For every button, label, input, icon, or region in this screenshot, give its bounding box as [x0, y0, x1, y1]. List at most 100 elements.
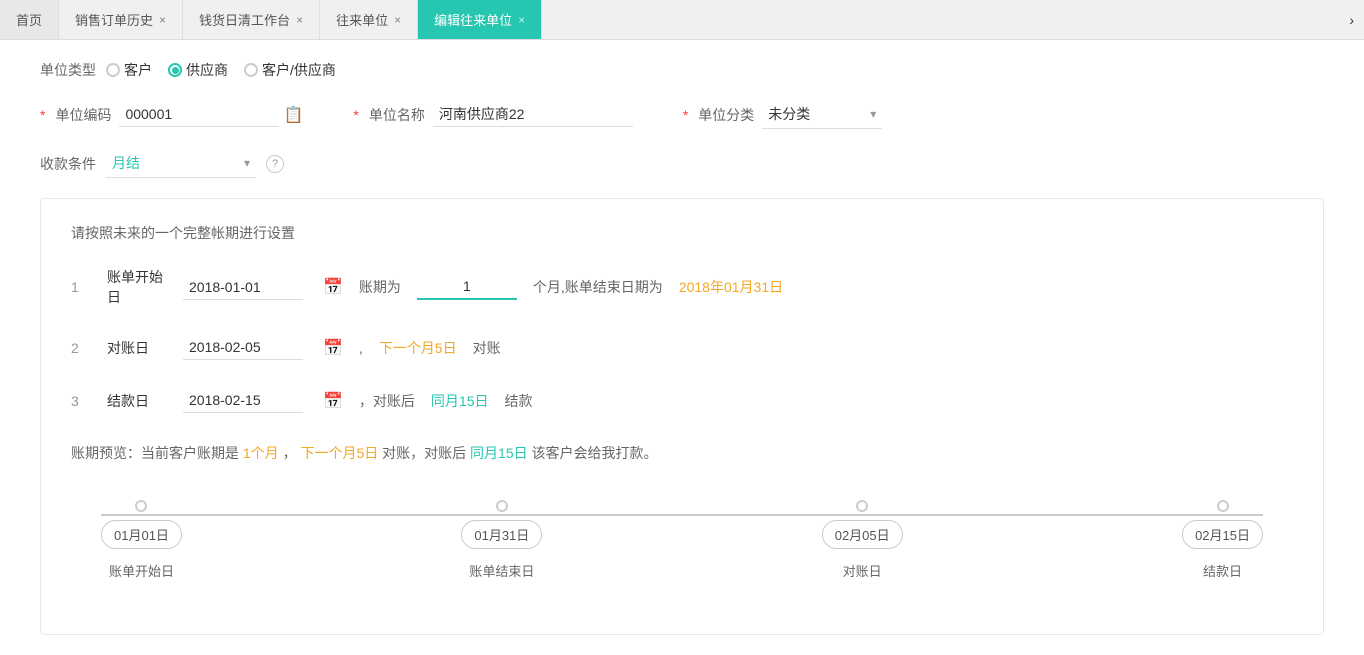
tab-bar: 首页 销售订单历史 × 钱货日清工作台 × 往来单位 × 编辑往来单位 × ›	[0, 0, 1364, 40]
timeline-dot-2	[496, 500, 508, 512]
tab-sales-history-close[interactable]: ×	[159, 13, 166, 27]
timeline-label-4: 结款日	[1203, 561, 1242, 580]
unit-category-label: 单位分类	[698, 105, 754, 125]
unit-category-required: *	[683, 107, 688, 123]
unit-type-row: 单位类型 客户 供应商 客户/供应商	[40, 60, 1324, 80]
timeline-label-2: 账单结束日	[469, 561, 534, 580]
period-row-2-type: 对账日	[107, 338, 167, 358]
unit-name-input[interactable]	[433, 102, 633, 127]
timeline-point-3: 02月05日 对账日	[822, 500, 903, 580]
timeline-container: 01月01日 账单开始日 01月31日 账单结束日 02月05日 对账日 02月…	[71, 490, 1293, 610]
tab-sales-history[interactable]: 销售订单历史 ×	[59, 0, 183, 39]
preview-mid: ，	[283, 445, 297, 461]
unit-name-required: *	[353, 107, 358, 123]
timeline-point-1: 01月01日 账单开始日	[101, 500, 182, 580]
period-row-3-date[interactable]	[183, 388, 303, 413]
radio-supplier[interactable]: 供应商	[168, 60, 228, 80]
period-num-input[interactable]	[417, 274, 517, 300]
period-row-2-calendar-icon[interactable]: 📅	[323, 338, 343, 358]
unit-code-label: 单位编码	[55, 105, 111, 125]
period-row-1-type: 账单开始日	[107, 267, 167, 307]
period-row-1-suffix-pre: 账期为	[359, 277, 401, 297]
period-row-1-calendar-icon[interactable]: 📅	[323, 277, 343, 297]
unit-code-icon[interactable]: 📋	[283, 105, 303, 125]
payment-select[interactable]: 月结 ▾	[106, 149, 256, 178]
timeline-dot-4	[1217, 500, 1229, 512]
tab-daily-work[interactable]: 钱货日清工作台 ×	[183, 0, 320, 39]
unit-category-group: * 单位分类 未分类 ▾	[683, 100, 882, 129]
period-row-2-date[interactable]	[183, 335, 303, 360]
period-row-3-prefix: ，对账后	[359, 391, 415, 411]
period-title: 请按照未来的一个完整帐期进行设置	[71, 223, 1293, 243]
tab-edit-unit-label: 编辑往来单位	[434, 10, 512, 29]
period-row-3-highlight: 同月15日	[431, 391, 489, 411]
unit-category-value: 未分类	[768, 104, 866, 124]
tab-home[interactable]: 首页	[0, 0, 59, 39]
payment-value: 月结	[112, 153, 240, 173]
unit-code-input[interactable]	[119, 102, 279, 127]
period-row-3-calendar-icon[interactable]: 📅	[323, 391, 343, 411]
unit-type-label: 单位类型	[40, 60, 96, 80]
tab-units-label: 往来单位	[336, 10, 388, 29]
timeline-badge-2: 01月31日	[461, 520, 542, 549]
tab-more-button[interactable]: ›	[1339, 0, 1364, 39]
payment-label: 收款条件	[40, 154, 96, 174]
radio-customer-label: 客户	[124, 60, 152, 80]
preview-next5: 下一个月5日	[300, 445, 378, 461]
period-row-2-highlight: 下一个月5日	[379, 338, 457, 358]
period-row-2-suffix: 对账	[473, 338, 501, 358]
preview-label: 账期预览：当前客户账期是	[71, 445, 239, 461]
unit-name-group: * 单位名称	[353, 102, 632, 127]
radio-both[interactable]: 客户/供应商	[244, 60, 336, 80]
tab-daily-work-close[interactable]: ×	[296, 13, 303, 27]
tab-daily-work-label: 钱货日清工作台	[199, 10, 290, 29]
unit-code-group: * 单位编码 📋	[40, 102, 303, 127]
timeline-badge-1: 01月01日	[101, 520, 182, 549]
unit-info-row: * 单位编码 📋 * 单位名称 * 单位分类 未分类 ▾	[40, 100, 1324, 129]
tab-units-close[interactable]: ×	[394, 13, 401, 27]
period-box: 请按照未来的一个完整帐期进行设置 1 账单开始日 📅 账期为 个月,账单结束日期…	[40, 198, 1324, 635]
period-row-1-suffix-post: 个月,账单结束日期为	[533, 277, 663, 297]
unit-type-radio-group: 客户 供应商 客户/供应商	[106, 60, 336, 80]
chevron-down-icon: ▾	[870, 107, 876, 121]
period-row-1-num: 1	[71, 279, 91, 295]
period-row-3-type: 结款日	[107, 391, 167, 411]
preview-1month: 1个月	[243, 445, 279, 461]
timeline-label-1: 账单开始日	[109, 561, 174, 580]
radio-customer[interactable]: 客户	[106, 60, 152, 80]
timeline-badge-4: 02月15日	[1182, 520, 1263, 549]
timeline-point-2: 01月31日 账单结束日	[461, 500, 542, 580]
period-row-2: 2 对账日 📅 , 下一个月5日 对账	[71, 335, 1293, 360]
preview-text: 账期预览：当前客户账期是 1个月 ， 下一个月5日 对账，对账后 同月15日 该…	[71, 441, 1293, 466]
tab-sales-history-label: 销售订单历史	[75, 10, 153, 29]
radio-both-label: 客户/供应商	[262, 60, 336, 80]
tab-edit-unit[interactable]: 编辑往来单位 ×	[418, 0, 542, 39]
payment-chevron-icon: ▾	[244, 156, 250, 170]
period-row-2-num: 2	[71, 340, 91, 356]
help-icon[interactable]: ?	[266, 155, 284, 173]
payment-row: 收款条件 月结 ▾ ?	[40, 149, 1324, 178]
period-row-1: 1 账单开始日 📅 账期为 个月,账单结束日期为 2018年01月31日	[71, 267, 1293, 307]
radio-both-circle	[244, 63, 258, 77]
period-row-3: 3 结款日 📅 ，对账后 同月15日 结款	[71, 388, 1293, 413]
timeline-dot-3	[856, 500, 868, 512]
timeline-label-3: 对账日	[843, 561, 882, 580]
unit-code-input-wrapper: 📋	[119, 102, 303, 127]
tab-edit-unit-close[interactable]: ×	[518, 13, 525, 27]
preview-end: 该客户会给我打款。	[532, 445, 658, 461]
period-row-1-date[interactable]	[183, 275, 303, 300]
tab-home-label: 首页	[16, 10, 42, 29]
period-end-date: 2018年01月31日	[679, 277, 783, 297]
radio-customer-circle	[106, 63, 120, 77]
unit-code-required: *	[40, 107, 45, 123]
tab-units[interactable]: 往来单位 ×	[320, 0, 418, 39]
period-row-2-prefix: ,	[359, 340, 363, 356]
radio-supplier-circle	[168, 63, 182, 77]
timeline-dot-1	[135, 500, 147, 512]
period-row-3-num: 3	[71, 393, 91, 409]
period-row-3-suffix: 结款	[505, 391, 533, 411]
timeline-points: 01月01日 账单开始日 01月31日 账单结束日 02月05日 对账日 02月…	[101, 500, 1263, 580]
main-content: 单位类型 客户 供应商 客户/供应商 * 单位编码 📋	[0, 40, 1364, 655]
unit-category-select[interactable]: 未分类 ▾	[762, 100, 882, 129]
radio-supplier-label: 供应商	[186, 60, 228, 80]
